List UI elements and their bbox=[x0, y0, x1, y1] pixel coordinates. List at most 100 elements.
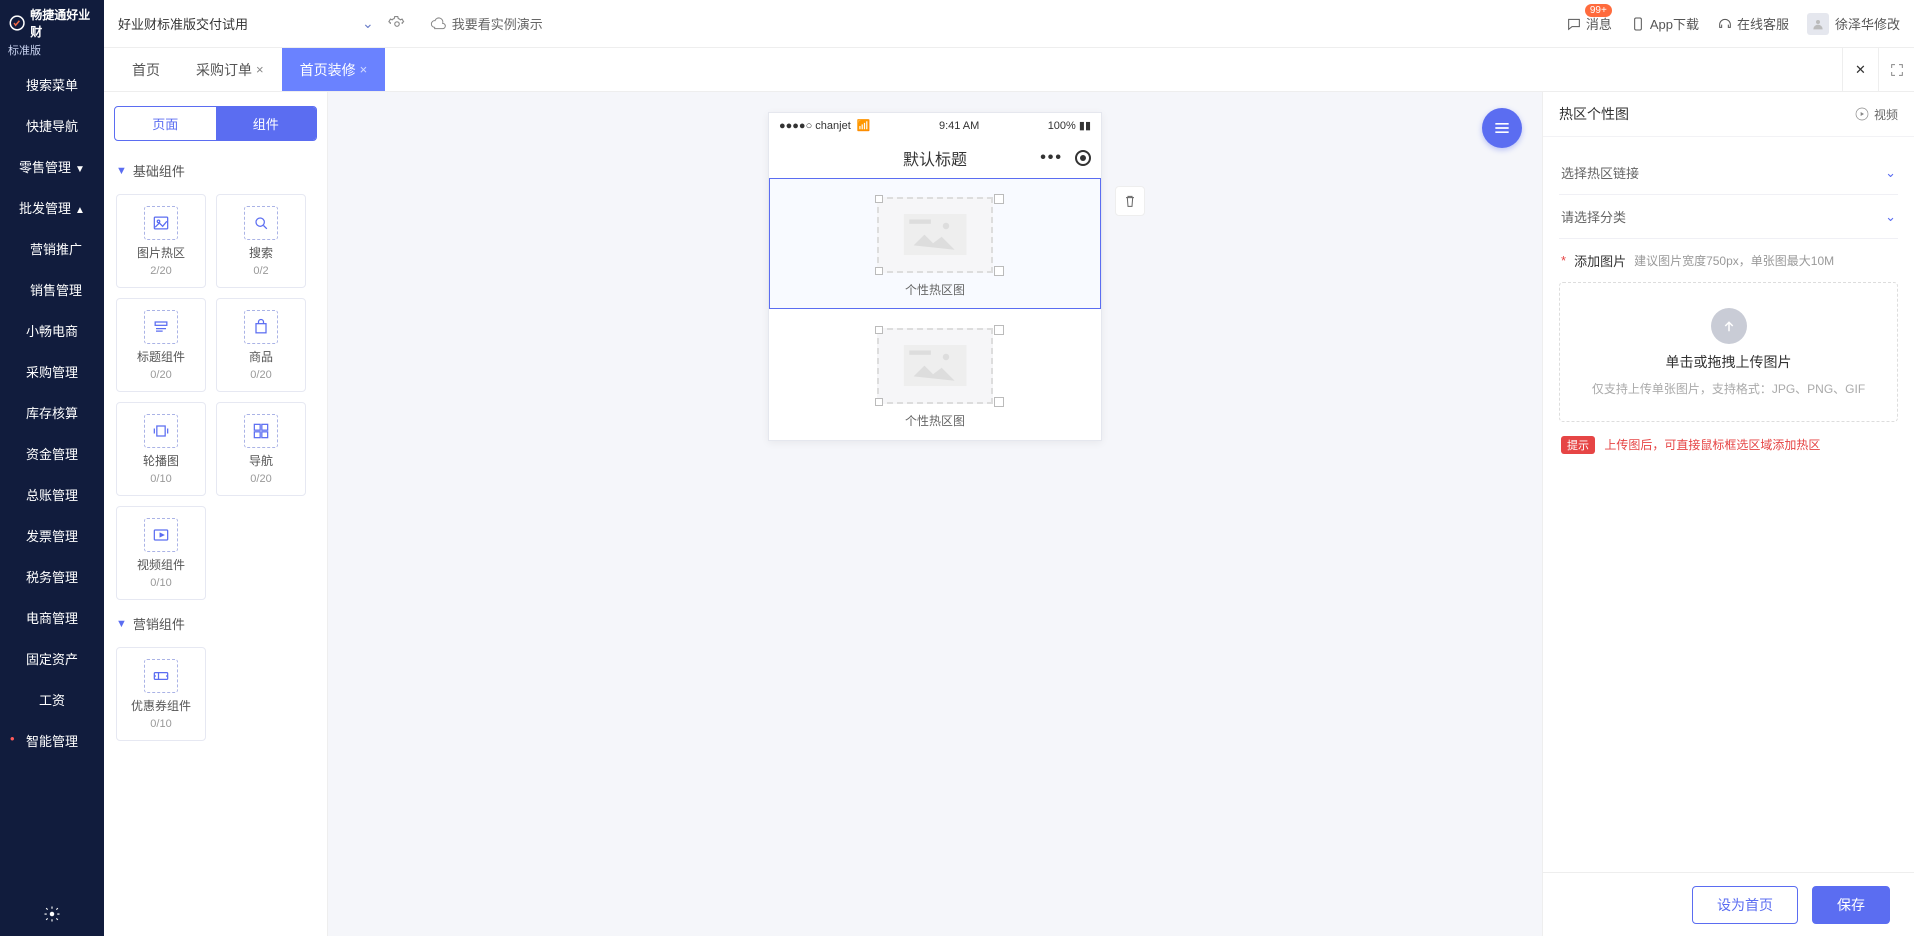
comp-title: 优惠券组件 bbox=[131, 697, 191, 714]
section-header-1[interactable]: ▼营销组件 bbox=[114, 608, 317, 639]
sidebar-item-11[interactable]: 发票管理 bbox=[0, 515, 104, 556]
hotzone-block-2[interactable]: 个性热区图 bbox=[769, 309, 1101, 440]
app-switch-chevron[interactable]: ⌄ bbox=[362, 15, 374, 32]
sidebar: 畅捷通好业财 标准版 搜索菜单快捷导航零售管理▼批发管理▲营销推广销售管理小畅电… bbox=[0, 0, 104, 936]
fullscreen-icon[interactable] bbox=[1878, 48, 1914, 91]
component-tile-carousel[interactable]: 轮播图 0/10 bbox=[116, 402, 206, 496]
seg-page[interactable]: 页面 bbox=[115, 107, 216, 140]
comp-title: 轮播图 bbox=[143, 452, 179, 469]
phone-statusbar: ●●●●○ chanjet 📶 9:41 AM 100% ▮▮ bbox=[769, 113, 1101, 138]
comp-count: 0/2 bbox=[253, 265, 268, 277]
hotzone-label: 个性热区图 bbox=[905, 281, 965, 298]
comp-count: 2/20 bbox=[150, 265, 171, 277]
upload-dropzone[interactable]: 单击或拖拽上传图片 仅支持上传单张图片，支持格式：JPG、PNG、GIF bbox=[1559, 282, 1898, 422]
picture-icon bbox=[896, 213, 974, 256]
sidebar-item-9[interactable]: 资金管理 bbox=[0, 433, 104, 474]
seg-component[interactable]: 组件 bbox=[216, 107, 317, 140]
app-download-button[interactable]: App下载 bbox=[1630, 14, 1699, 33]
target-icon[interactable] bbox=[1075, 150, 1091, 166]
sidebar-item-8[interactable]: 库存核算 bbox=[0, 392, 104, 433]
sidebar-item-2[interactable]: 零售管理▼ bbox=[0, 146, 104, 187]
chat-icon bbox=[1566, 16, 1582, 32]
comp-count: 0/20 bbox=[250, 473, 271, 485]
component-tile-video[interactable]: 视频组件 0/10 bbox=[116, 506, 206, 600]
component-tile-goods[interactable]: 商品0/20 bbox=[216, 298, 306, 392]
user-menu[interactable]: 徐泽华修改 bbox=[1807, 13, 1900, 35]
select-category-label: 请选择分类 bbox=[1561, 207, 1626, 226]
comp-count: 0/10 bbox=[150, 473, 171, 485]
upload-subtitle: 仅支持上传单张图片，支持格式：JPG、PNG、GIF bbox=[1592, 380, 1865, 397]
tab-close-1[interactable]: × bbox=[256, 62, 264, 77]
component-tile-coupon[interactable]: 优惠券组件 0/10 bbox=[116, 647, 206, 741]
tab-0[interactable]: 首页 bbox=[114, 48, 178, 91]
tab-1[interactable]: 采购订单× bbox=[178, 48, 282, 91]
comp-count: 0/20 bbox=[250, 369, 271, 381]
layers-fab[interactable] bbox=[1482, 108, 1522, 148]
video-icon bbox=[144, 518, 178, 552]
comp-title: 视频组件 bbox=[137, 556, 185, 573]
select-link-label: 选择热区链接 bbox=[1561, 163, 1639, 182]
sidebar-settings[interactable] bbox=[0, 895, 104, 936]
comp-title: 导航 bbox=[249, 452, 273, 469]
sidebar-item-1[interactable]: 快捷导航 bbox=[0, 105, 104, 146]
app-title: 好业财标准版交付试用 bbox=[118, 14, 248, 33]
add-image-hint: 建议图片宽度750px，单张图最大10M bbox=[1634, 252, 1834, 269]
more-icon[interactable]: ••• bbox=[1040, 149, 1063, 167]
image-placeholder bbox=[877, 197, 993, 273]
sidebar-item-0[interactable]: 搜索菜单 bbox=[0, 64, 104, 105]
support-button[interactable]: 在线客服 bbox=[1717, 14, 1789, 33]
sidebar-item-15[interactable]: 工资 bbox=[0, 679, 104, 720]
sidebar-item-13[interactable]: 电商管理 bbox=[0, 597, 104, 638]
user-name: 徐泽华修改 bbox=[1835, 14, 1900, 33]
component-tile-image[interactable]: 图片热区2/20 bbox=[116, 194, 206, 288]
play-icon bbox=[1854, 106, 1870, 122]
section-header-0[interactable]: ▼基础组件 bbox=[114, 155, 317, 186]
trash-icon bbox=[1122, 193, 1138, 209]
video-label: 视频 bbox=[1874, 106, 1898, 123]
tip-pill: 提示 bbox=[1561, 436, 1595, 454]
logo-icon bbox=[8, 13, 26, 33]
footer-actions: 设为首页 保存 bbox=[1543, 872, 1914, 936]
tab-2[interactable]: 首页装修× bbox=[282, 48, 386, 91]
messages-button[interactable]: 99+ 消息 bbox=[1566, 14, 1612, 33]
comp-count: 0/10 bbox=[150, 718, 171, 730]
delete-block-button[interactable] bbox=[1115, 186, 1145, 216]
tab-close-2[interactable]: × bbox=[360, 62, 368, 77]
comp-count: 0/20 bbox=[150, 369, 171, 381]
chevron-down-icon: ⌄ bbox=[1885, 209, 1896, 225]
set-home-button[interactable]: 设为首页 bbox=[1692, 886, 1798, 924]
tab-close-icon[interactable]: ✕ bbox=[1842, 48, 1878, 91]
sidebar-item-4[interactable]: 营销推广 bbox=[0, 228, 104, 269]
comp-title: 标题组件 bbox=[137, 348, 185, 365]
component-tile-search[interactable]: 搜索0/2 bbox=[216, 194, 306, 288]
save-button[interactable]: 保存 bbox=[1812, 886, 1890, 924]
app-download-label: App下载 bbox=[1650, 14, 1699, 33]
tip-text: 上传图后，可直接鼠标框选区域添加热区 bbox=[1604, 438, 1820, 452]
component-tile-nav[interactable]: 导航 0/20 bbox=[216, 402, 306, 496]
sidebar-item-3[interactable]: 批发管理▲ bbox=[0, 187, 104, 228]
goods-icon bbox=[244, 310, 278, 344]
sidebar-item-7[interactable]: 采购管理 bbox=[0, 351, 104, 392]
settings-icon[interactable] bbox=[388, 15, 406, 33]
select-category-field[interactable]: 请选择分类 ⌄ bbox=[1559, 195, 1898, 239]
component-panel: 页面 组件 ▼基础组件图片热区2/20搜索0/2标题组件0/20商品0/20轮播… bbox=[104, 92, 328, 936]
props-title: 热区个性图 bbox=[1559, 104, 1629, 124]
sidebar-item-10[interactable]: 总账管理 bbox=[0, 474, 104, 515]
upload-title: 单击或拖拽上传图片 bbox=[1666, 352, 1792, 372]
select-link-field[interactable]: 选择热区链接 ⌄ bbox=[1559, 151, 1898, 195]
hotzone-block-1[interactable]: 个性热区图 bbox=[769, 178, 1101, 309]
sidebar-item-6[interactable]: 小畅电商 bbox=[0, 310, 104, 351]
cloud-demo-icon bbox=[430, 16, 446, 32]
sidebar-item-16[interactable]: 智能管理 bbox=[0, 720, 104, 761]
demo-link[interactable]: 我要看实例演示 bbox=[430, 14, 543, 33]
video-help-link[interactable]: 视频 bbox=[1854, 106, 1898, 123]
carrier-label: ●●●●○ chanjet 📶 bbox=[779, 119, 871, 132]
sidebar-item-5[interactable]: 销售管理 bbox=[0, 269, 104, 310]
phone-titlebar: 默认标题 ••• bbox=[769, 138, 1101, 178]
sidebar-item-14[interactable]: 固定资产 bbox=[0, 638, 104, 679]
chevron-down-icon: ⌄ bbox=[1885, 165, 1896, 181]
component-tile-title[interactable]: 标题组件 0/20 bbox=[116, 298, 206, 392]
comp-count: 0/10 bbox=[150, 577, 171, 589]
phone-title: 默认标题 bbox=[903, 146, 967, 170]
sidebar-item-12[interactable]: 税务管理 bbox=[0, 556, 104, 597]
